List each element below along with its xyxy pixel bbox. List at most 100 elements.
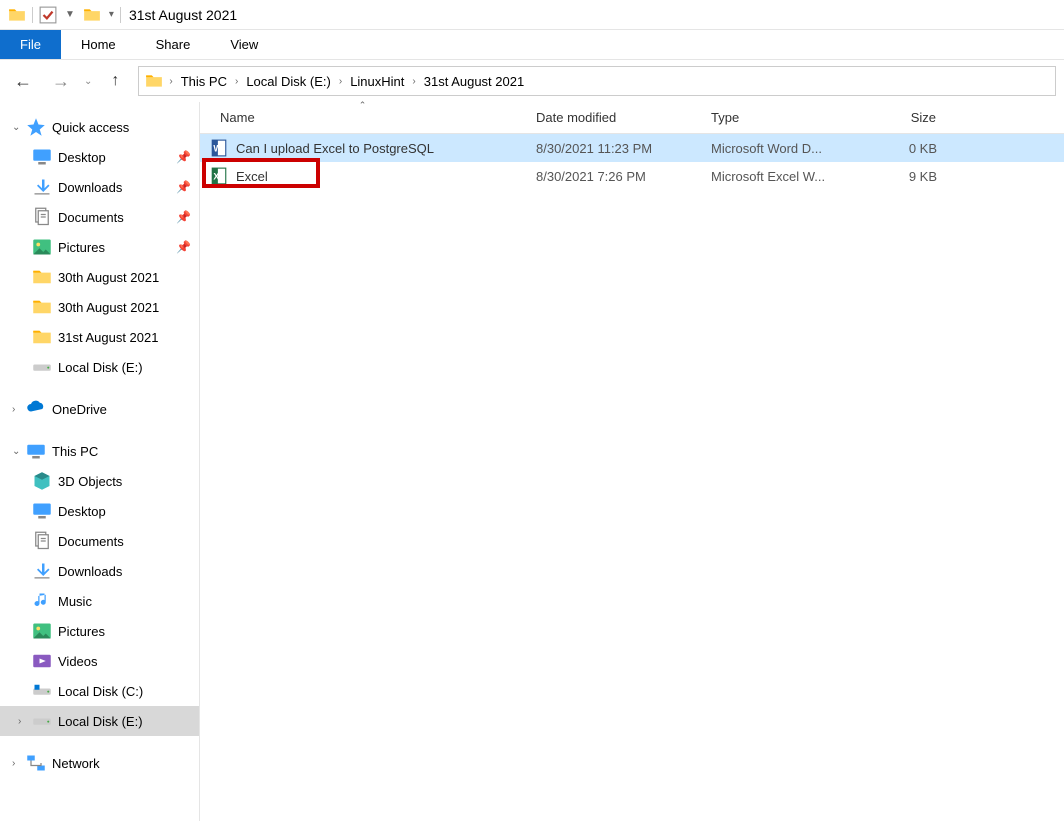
tab-home[interactable]: Home: [61, 30, 136, 59]
pin-icon: 📌: [176, 210, 191, 224]
tree-label: Pictures: [58, 240, 105, 255]
tree-label: Network: [52, 756, 100, 771]
sidebar-item[interactable]: Pictures 📌: [0, 232, 199, 262]
breadcrumb-item[interactable]: 31st August 2021: [422, 70, 526, 93]
network-root[interactable]: › Network: [0, 748, 199, 778]
file-row[interactable]: WCan I upload Excel to PostgreSQL8/30/20…: [200, 134, 1064, 162]
forward-button: →: [46, 66, 76, 96]
chevron-down-icon[interactable]: ▾: [109, 9, 114, 20]
svg-text:W: W: [213, 143, 222, 153]
breadcrumb-item[interactable]: Local Disk (E:): [244, 70, 333, 93]
sort-arrow-icon: ⌃: [359, 100, 367, 111]
tab-view[interactable]: View: [210, 30, 278, 59]
music-icon: [32, 591, 52, 611]
folder-icon: [32, 267, 52, 287]
titlebar: ▼ ▾ 31st August 2021: [0, 0, 1064, 30]
folder-icon: [83, 6, 101, 24]
column-header-name[interactable]: ⌃ Name: [200, 102, 526, 133]
chevron-right-icon[interactable]: ›: [412, 76, 415, 87]
this-pc-root[interactable]: ⌄ This PC: [0, 436, 199, 466]
tree-label: Videos: [58, 654, 98, 669]
ribbon: File Home Share View: [0, 30, 1064, 60]
column-header-row: ⌃ Name Date modified Type Size: [200, 102, 1064, 134]
column-header-type[interactable]: Type: [701, 102, 851, 133]
drive-icon: [32, 357, 52, 377]
tree-label: 31st August 2021: [58, 330, 158, 345]
sidebar-item[interactable]: Local Disk (C:): [0, 676, 199, 706]
chevron-right-icon[interactable]: ›: [235, 76, 238, 87]
sidebar-item[interactable]: ›Local Disk (E:): [0, 706, 199, 736]
window-title: 31st August 2021: [129, 7, 237, 23]
sidebar-item[interactable]: Desktop: [0, 496, 199, 526]
file-date: 8/30/2021 11:23 PM: [526, 141, 701, 156]
pictures-icon: [32, 621, 52, 641]
folder-icon: [8, 6, 26, 24]
checkmark-icon[interactable]: [39, 6, 57, 24]
onedrive-icon: [26, 399, 46, 419]
pin-icon: 📌: [176, 150, 191, 164]
tree-label: Local Disk (E:): [58, 360, 143, 375]
tree-label: Documents: [58, 210, 124, 225]
drive-icon: [32, 711, 52, 731]
desktop-icon: [32, 501, 52, 521]
onedrive-root[interactable]: › OneDrive: [0, 394, 199, 424]
tree-label: Quick access: [52, 120, 129, 135]
tree-label: This PC: [52, 444, 98, 459]
sidebar-item[interactable]: Documents: [0, 526, 199, 556]
file-row[interactable]: XExcel8/30/2021 7:26 PMMicrosoft Excel W…: [200, 162, 1064, 190]
word-icon: W: [210, 139, 228, 157]
chevron-right-icon[interactable]: ›: [12, 758, 26, 769]
navbar: ← → ⌄ ↑ › This PC › Local Disk (E:) › Li…: [0, 60, 1064, 102]
separator: [32, 7, 33, 23]
breadcrumb-item[interactable]: LinuxHint: [348, 70, 406, 93]
sidebar-item[interactable]: 3D Objects: [0, 466, 199, 496]
chevron-right-icon[interactable]: ›: [12, 404, 26, 415]
content-area: ⌄ Quick access Desktop📌Downloads📌Documen…: [0, 102, 1064, 821]
excel-icon: X: [210, 167, 228, 185]
documents-icon: [32, 207, 52, 227]
history-dropdown[interactable]: ⌄: [84, 76, 92, 87]
breadcrumb-item[interactable]: This PC: [179, 70, 229, 93]
file-size: 9 KB: [851, 169, 947, 184]
sidebar-item[interactable]: 30th August 2021: [0, 292, 199, 322]
sidebar-item[interactable]: Documents 📌: [0, 202, 199, 232]
back-button[interactable]: ←: [8, 66, 38, 96]
sidebar-item[interactable]: Downloads: [0, 556, 199, 586]
chevron-down-icon[interactable]: ▼: [65, 9, 75, 20]
tab-share[interactable]: Share: [136, 30, 211, 59]
quick-access-root[interactable]: ⌄ Quick access: [0, 112, 199, 142]
column-header-size[interactable]: Size: [851, 102, 947, 133]
pin-icon: 📌: [176, 180, 191, 194]
folder-icon: [32, 297, 52, 317]
chevron-down-icon[interactable]: ⌄: [12, 122, 26, 133]
column-header-date[interactable]: Date modified: [526, 102, 701, 133]
chevron-right-icon[interactable]: ›: [169, 76, 172, 87]
tab-file[interactable]: File: [0, 30, 61, 59]
chevron-right-icon[interactable]: ›: [18, 716, 32, 727]
sidebar-item[interactable]: Music: [0, 586, 199, 616]
sidebar-item[interactable]: Desktop📌: [0, 142, 199, 172]
pictures-icon: [32, 237, 52, 257]
tree-label: 3D Objects: [58, 474, 122, 489]
tree-label: Documents: [58, 534, 124, 549]
chevron-right-icon[interactable]: ›: [339, 76, 342, 87]
tree-label: Music: [58, 594, 92, 609]
folder-icon: [32, 327, 52, 347]
downloads-icon: [32, 177, 52, 197]
address-bar[interactable]: › This PC › Local Disk (E:) › LinuxHint …: [138, 66, 1056, 96]
videos-icon: [32, 651, 52, 671]
tree-label: 30th August 2021: [58, 300, 159, 315]
chevron-down-icon[interactable]: ⌄: [12, 446, 26, 457]
sidebar-item[interactable]: 31st August 2021: [0, 322, 199, 352]
sidebar-item[interactable]: Local Disk (E:): [0, 352, 199, 382]
sidebar-item[interactable]: 30th August 2021: [0, 262, 199, 292]
this-pc-icon: [26, 441, 46, 461]
up-button[interactable]: ↑: [100, 66, 130, 96]
tree-label: Downloads: [58, 564, 122, 579]
sidebar-item[interactable]: Downloads📌: [0, 172, 199, 202]
pin-icon: 📌: [176, 240, 191, 254]
downloads-icon: [32, 561, 52, 581]
documents-icon: [32, 531, 52, 551]
sidebar-item[interactable]: Videos: [0, 646, 199, 676]
sidebar-item[interactable]: Pictures: [0, 616, 199, 646]
